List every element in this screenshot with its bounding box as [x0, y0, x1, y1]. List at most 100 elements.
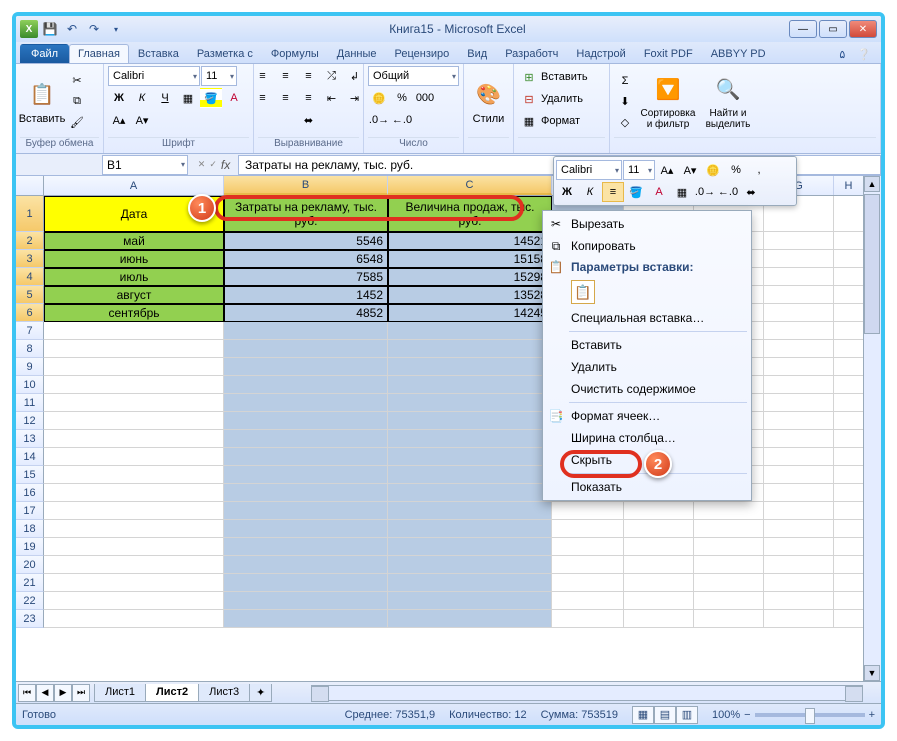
- percent-icon[interactable]: %: [391, 88, 413, 108]
- cell-B6[interactable]: 4852: [224, 304, 388, 322]
- align-left-icon[interactable]: ≡: [252, 88, 274, 108]
- sheet-tab-new[interactable]: ✦: [249, 684, 272, 702]
- ctx-column-width[interactable]: Ширина столбца…: [543, 427, 751, 449]
- ctx-insert[interactable]: Вставить: [543, 334, 751, 356]
- row-header-12[interactable]: 12: [16, 412, 44, 430]
- ctx-delete[interactable]: Удалить: [543, 356, 751, 378]
- decrease-decimal-icon[interactable]: ←.0: [391, 110, 413, 130]
- wrap-text-icon[interactable]: ↲: [344, 66, 366, 86]
- row-header-21[interactable]: 21: [16, 574, 44, 592]
- merge-icon[interactable]: ⬌: [299, 110, 318, 130]
- scroll-up-icon[interactable]: ▲: [864, 176, 880, 192]
- ctx-cut[interactable]: ✂Вырезать: [543, 213, 751, 235]
- font-size-combo[interactable]: 11: [201, 66, 237, 86]
- row-header-11[interactable]: 11: [16, 394, 44, 412]
- help-icon[interactable]: ❔: [851, 46, 877, 63]
- row-header-22[interactable]: 22: [16, 592, 44, 610]
- row-header-14[interactable]: 14: [16, 448, 44, 466]
- undo-icon[interactable]: ↶: [62, 19, 82, 39]
- underline-button[interactable]: Ч: [154, 88, 176, 108]
- font-name-combo[interactable]: Calibri: [108, 66, 200, 86]
- mini-currency-icon[interactable]: 🪙: [702, 160, 724, 180]
- mini-inc-decimal-icon[interactable]: .0→: [694, 182, 716, 202]
- row-header-10[interactable]: 10: [16, 376, 44, 394]
- styles-button[interactable]: 🎨 Стили: [468, 69, 509, 135]
- scroll-thumb[interactable]: [864, 194, 880, 334]
- view-page-break-icon[interactable]: ▥: [676, 706, 698, 724]
- increase-indent-icon[interactable]: ⇥: [344, 88, 366, 108]
- currency-icon[interactable]: 🪙: [368, 88, 390, 108]
- copy-icon[interactable]: ⧉: [66, 92, 88, 112]
- row-header-15[interactable]: 15: [16, 466, 44, 484]
- vertical-scrollbar[interactable]: ▲ ▼: [863, 176, 881, 681]
- row-header-20[interactable]: 20: [16, 556, 44, 574]
- fill-icon[interactable]: ⬇: [614, 92, 636, 112]
- row-header-6[interactable]: 6: [16, 304, 44, 322]
- format-cells-icon[interactable]: ▦: [518, 111, 540, 131]
- minimize-button[interactable]: —: [789, 20, 817, 38]
- row-header-4[interactable]: 4: [16, 268, 44, 286]
- align-bottom-icon[interactable]: ≡: [298, 66, 320, 86]
- mini-grow-font-icon[interactable]: A▴: [656, 160, 678, 180]
- autosum-icon[interactable]: Σ: [614, 71, 636, 91]
- increase-decimal-icon[interactable]: .0→: [368, 110, 390, 130]
- tab-formulas[interactable]: Формулы: [262, 44, 328, 63]
- ctx-copy[interactable]: ⧉Копировать: [543, 235, 751, 257]
- sheet-tab-3[interactable]: Лист3: [198, 684, 250, 702]
- ctx-paste-option[interactable]: 📋: [543, 277, 751, 307]
- redo-icon[interactable]: ↷: [84, 19, 104, 39]
- orientation-icon[interactable]: ⤮: [321, 66, 343, 86]
- ribbon-minimize-icon[interactable]: ۵: [833, 46, 851, 63]
- sheet-nav-next-icon[interactable]: ▶: [54, 684, 72, 702]
- cell-A5[interactable]: август: [44, 286, 224, 304]
- delete-cells-label[interactable]: Удалить: [541, 93, 583, 105]
- cell-B4[interactable]: 7585: [224, 268, 388, 286]
- mini-shrink-font-icon[interactable]: A▾: [679, 160, 701, 180]
- col-header-H[interactable]: H: [834, 176, 864, 195]
- sheet-nav-prev-icon[interactable]: ◀: [36, 684, 54, 702]
- row-header-17[interactable]: 17: [16, 502, 44, 520]
- paste-button[interactable]: 📋 Вставить: [20, 69, 64, 135]
- cell-C6[interactable]: 14245: [388, 304, 552, 322]
- number-format-combo[interactable]: Общий: [368, 66, 459, 86]
- tab-addins[interactable]: Надстрой: [567, 44, 634, 63]
- align-middle-icon[interactable]: ≡: [275, 66, 297, 86]
- cancel-formula-icon[interactable]: ✕: [198, 159, 206, 170]
- border-button[interactable]: ▦: [177, 88, 199, 108]
- row-header-8[interactable]: 8: [16, 340, 44, 358]
- select-all-corner[interactable]: [16, 176, 44, 195]
- close-button[interactable]: ✕: [849, 20, 877, 38]
- mini-dec-decimal-icon[interactable]: ←.0: [717, 182, 739, 202]
- delete-cells-icon[interactable]: ⊟: [518, 89, 540, 109]
- zoom-out-icon[interactable]: −: [744, 709, 750, 721]
- view-page-layout-icon[interactable]: ▤: [654, 706, 676, 724]
- fill-color-button[interactable]: 🪣: [200, 88, 222, 108]
- insert-cells-icon[interactable]: ⊞: [518, 67, 540, 87]
- maximize-button[interactable]: ▭: [819, 20, 847, 38]
- align-center-icon[interactable]: ≡: [275, 88, 297, 108]
- row-header-16[interactable]: 16: [16, 484, 44, 502]
- view-normal-icon[interactable]: ▦: [632, 706, 654, 724]
- ctx-paste-special[interactable]: Специальная вставка…: [543, 307, 751, 329]
- row-header-7[interactable]: 7: [16, 322, 44, 340]
- mini-size-combo[interactable]: 11: [623, 160, 655, 180]
- font-color-button[interactable]: A: [223, 88, 245, 108]
- row-header-9[interactable]: 9: [16, 358, 44, 376]
- horizontal-scrollbar[interactable]: [311, 685, 863, 701]
- mini-merge-icon[interactable]: ⬌: [740, 182, 762, 202]
- cell-C1[interactable]: Величина продаж, тыс. руб.: [388, 196, 552, 232]
- mini-border-icon[interactable]: ▦: [671, 182, 693, 202]
- cut-icon[interactable]: ✂: [66, 71, 88, 91]
- enter-formula-icon[interactable]: ✓: [209, 159, 217, 170]
- fx-icon[interactable]: fx: [221, 158, 230, 172]
- tab-insert[interactable]: Вставка: [129, 44, 188, 63]
- ctx-clear-contents[interactable]: Очистить содержимое: [543, 378, 751, 400]
- tab-home[interactable]: Главная: [69, 44, 129, 63]
- qat-customize-icon[interactable]: ▾: [106, 19, 126, 39]
- format-cells-label[interactable]: Формат: [541, 115, 580, 127]
- insert-cells-label[interactable]: Вставить: [541, 71, 588, 83]
- cell-A2[interactable]: май: [44, 232, 224, 250]
- sheet-nav-first-icon[interactable]: ⏮: [18, 684, 36, 702]
- clear-icon[interactable]: ◇: [614, 113, 636, 133]
- cell-A4[interactable]: июль: [44, 268, 224, 286]
